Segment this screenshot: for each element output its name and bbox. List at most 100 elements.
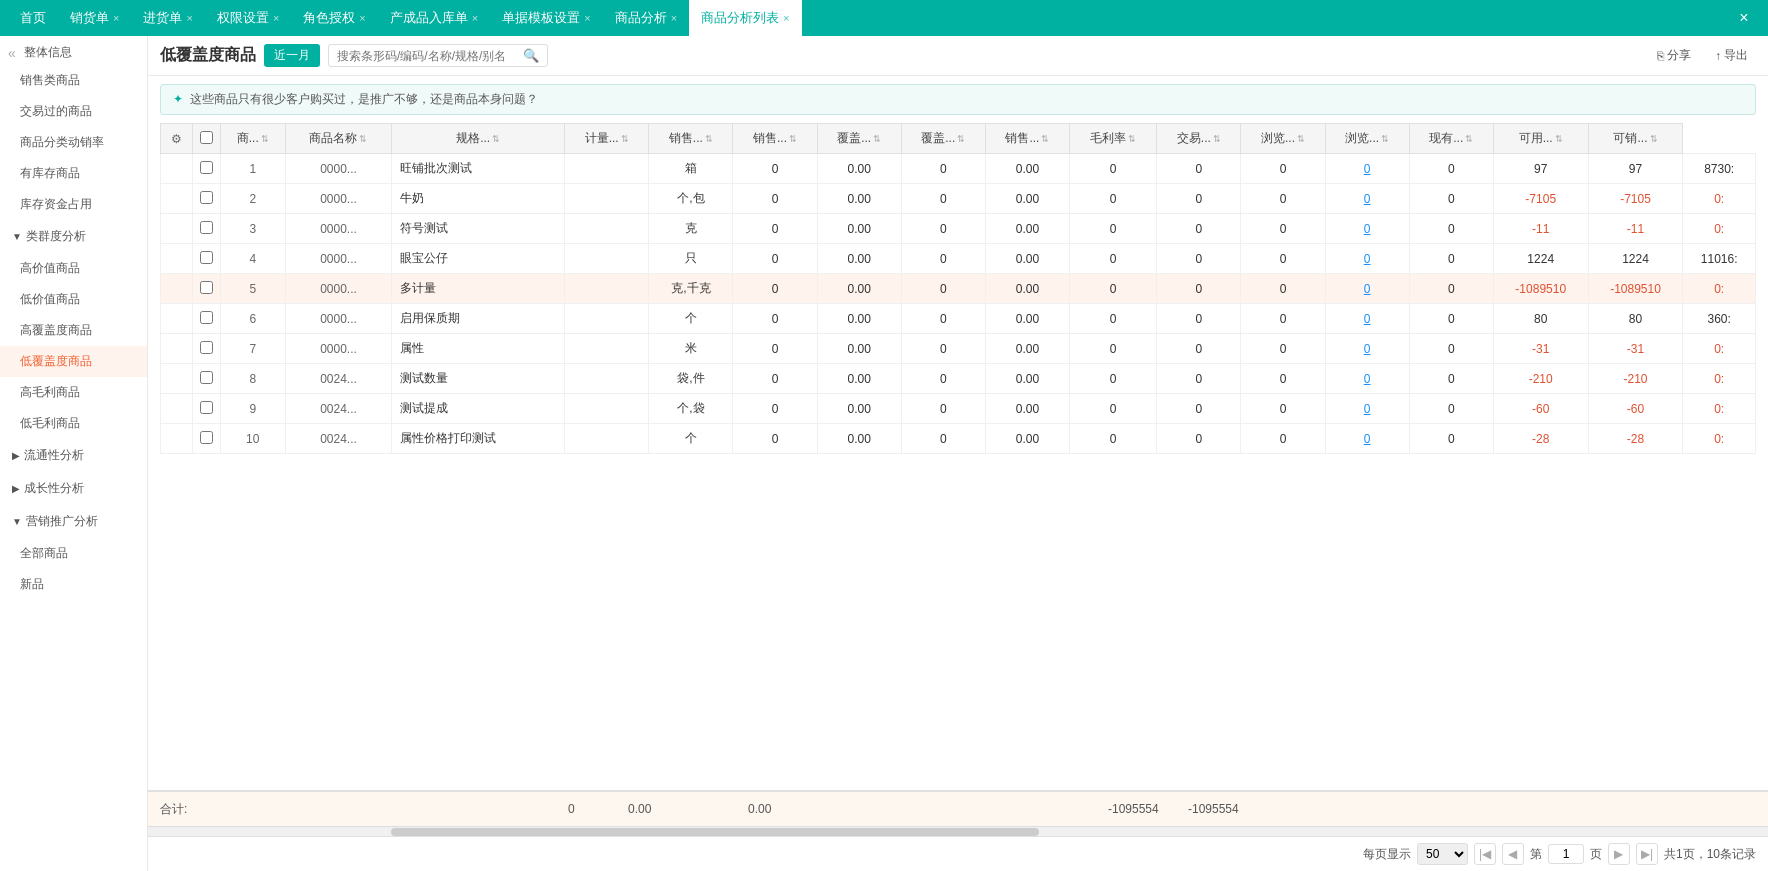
nav-close-permission[interactable]: × [273,12,279,24]
nav-item-sales[interactable]: 销货单 × [58,0,131,36]
sidebar-item-all-goods[interactable]: 全部商品 [0,538,147,569]
col-name[interactable]: 商品名称⇅ [285,124,391,154]
col-sales-qty[interactable]: 销售...⇅ [649,124,733,154]
nav-item-product-analysis[interactable]: 商品分析 × [603,0,689,36]
per-page-select[interactable]: 50 20 100 200 [1417,843,1468,865]
browse1-link[interactable]: 0 [1364,192,1371,206]
cell-checkbox[interactable] [192,154,220,184]
col-available-stock[interactable]: 可用...⇅ [1493,124,1588,154]
prev-page-button[interactable]: ◀ [1502,843,1524,865]
nav-close-purchase[interactable]: × [186,12,192,24]
search-input[interactable] [337,49,523,63]
nav-item-role[interactable]: 角色授权 × [291,0,377,36]
col-browse1[interactable]: 浏览...⇅ [1241,124,1325,154]
cell-browse1[interactable]: 0 [1325,394,1409,424]
sidebar-item-high-margin[interactable]: 高毛利商品 [0,377,147,408]
col-unit[interactable]: 计量...⇅ [565,124,649,154]
nav-close-sales[interactable]: × [113,12,119,24]
page-number-input[interactable] [1548,844,1584,864]
browse1-link[interactable]: 0 [1364,162,1371,176]
sidebar-item-new-goods[interactable]: 新品 [0,569,147,600]
col-current-stock[interactable]: 现有...⇅ [1409,124,1493,154]
nav-close-inbound[interactable]: × [472,12,478,24]
horizontal-scrollbar[interactable] [148,826,1768,836]
sidebar-item-in-stock[interactable]: 有库存商品 [0,158,147,189]
row-checkbox[interactable] [200,401,213,414]
col-spec[interactable]: 规格...⇅ [392,124,565,154]
row-checkbox[interactable] [200,191,213,204]
cell-checkbox[interactable] [192,304,220,334]
cell-browse1[interactable]: 0 [1325,274,1409,304]
cell-checkbox[interactable] [192,364,220,394]
share-button[interactable]: ⎘ 分享 [1649,44,1699,67]
sidebar-item-stock-fund[interactable]: 库存资金占用 [0,189,147,220]
cell-browse1[interactable]: 0 [1325,304,1409,334]
cell-checkbox[interactable] [192,214,220,244]
row-checkbox[interactable] [200,371,213,384]
col-settings[interactable]: ⚙ [161,124,193,154]
browse1-link[interactable]: 0 [1364,222,1371,236]
cell-browse1[interactable]: 0 [1325,244,1409,274]
cell-browse1[interactable]: 0 [1325,364,1409,394]
cell-checkbox[interactable] [192,424,220,454]
cell-browse1[interactable]: 0 [1325,424,1409,454]
export-button[interactable]: ↑ 导出 [1707,44,1756,67]
cell-browse1[interactable]: 0 [1325,214,1409,244]
cell-checkbox[interactable] [192,274,220,304]
nav-item-template[interactable]: 单据模板设置 × [490,0,602,36]
sidebar-item-low-margin[interactable]: 低毛利商品 [0,408,147,439]
nav-item-inbound[interactable]: 产成品入库单 × [378,0,490,36]
nav-close-product-analysis-list[interactable]: × [783,12,789,24]
window-close-button[interactable]: × [1728,2,1760,34]
browse1-link[interactable]: 0 [1364,372,1371,386]
row-checkbox[interactable] [200,431,213,444]
nav-item-purchase[interactable]: 进货单 × [131,0,204,36]
col-code[interactable]: 商...⇅ [220,124,285,154]
sidebar-item-high-value[interactable]: 高价值商品 [0,253,147,284]
col-saleable[interactable]: 可销...⇅ [1588,124,1683,154]
nav-item-permission[interactable]: 权限设置 × [205,0,291,36]
row-checkbox[interactable] [200,251,213,264]
select-all-checkbox[interactable] [200,131,213,144]
cell-checkbox[interactable] [192,244,220,274]
cell-checkbox[interactable] [192,394,220,424]
col-gross-margin[interactable]: 毛利率⇅ [1069,124,1156,154]
sidebar-item-traded-goods[interactable]: 交易过的商品 [0,96,147,127]
nav-close-product-analysis[interactable]: × [671,12,677,24]
col-sales-amount[interactable]: 销售...⇅ [733,124,817,154]
browse1-link[interactable]: 0 [1364,252,1371,266]
browse1-link[interactable]: 0 [1364,402,1371,416]
browse1-link[interactable]: 0 [1364,342,1371,356]
row-checkbox[interactable] [200,281,213,294]
sidebar-collapse-button[interactable]: « [8,45,16,61]
cell-browse1[interactable]: 0 [1325,184,1409,214]
last-page-button[interactable]: ▶| [1636,843,1658,865]
sidebar-item-category-rate[interactable]: 商品分类动销率 [0,127,147,158]
browse1-link[interactable]: 0 [1364,282,1371,296]
cell-checkbox[interactable] [192,334,220,364]
col-coverage1[interactable]: 覆盖...⇅ [817,124,901,154]
sidebar-section-marketing[interactable]: ▼ 营销推广分析 [0,505,147,538]
nav-item-product-analysis-list[interactable]: 商品分析列表 × [689,0,801,36]
browse1-link[interactable]: 0 [1364,312,1371,326]
sidebar-section-flow[interactable]: ▶ 流通性分析 [0,439,147,472]
next-page-button[interactable]: ▶ [1608,843,1630,865]
sidebar-item-high-coverage[interactable]: 高覆盖度商品 [0,315,147,346]
nav-close-template[interactable]: × [584,12,590,24]
first-page-button[interactable]: |◀ [1474,843,1496,865]
col-coverage2[interactable]: 覆盖...⇅ [901,124,985,154]
row-checkbox[interactable] [200,311,213,324]
cell-browse1[interactable]: 0 [1325,334,1409,364]
row-checkbox[interactable] [200,341,213,354]
sidebar-item-sales-goods[interactable]: 销售类商品 [0,65,147,96]
cell-browse1[interactable]: 0 [1325,154,1409,184]
nav-item-home[interactable]: 首页 [8,0,58,36]
nav-close-role[interactable]: × [359,12,365,24]
row-checkbox[interactable] [200,221,213,234]
row-checkbox[interactable] [200,161,213,174]
col-trade[interactable]: 交易...⇅ [1157,124,1241,154]
sidebar-item-low-coverage[interactable]: 低覆盖度商品 [0,346,147,377]
sidebar-section-growth[interactable]: ▶ 成长性分析 [0,472,147,505]
cell-checkbox[interactable] [192,184,220,214]
col-browse2[interactable]: 浏览...⇅ [1325,124,1409,154]
